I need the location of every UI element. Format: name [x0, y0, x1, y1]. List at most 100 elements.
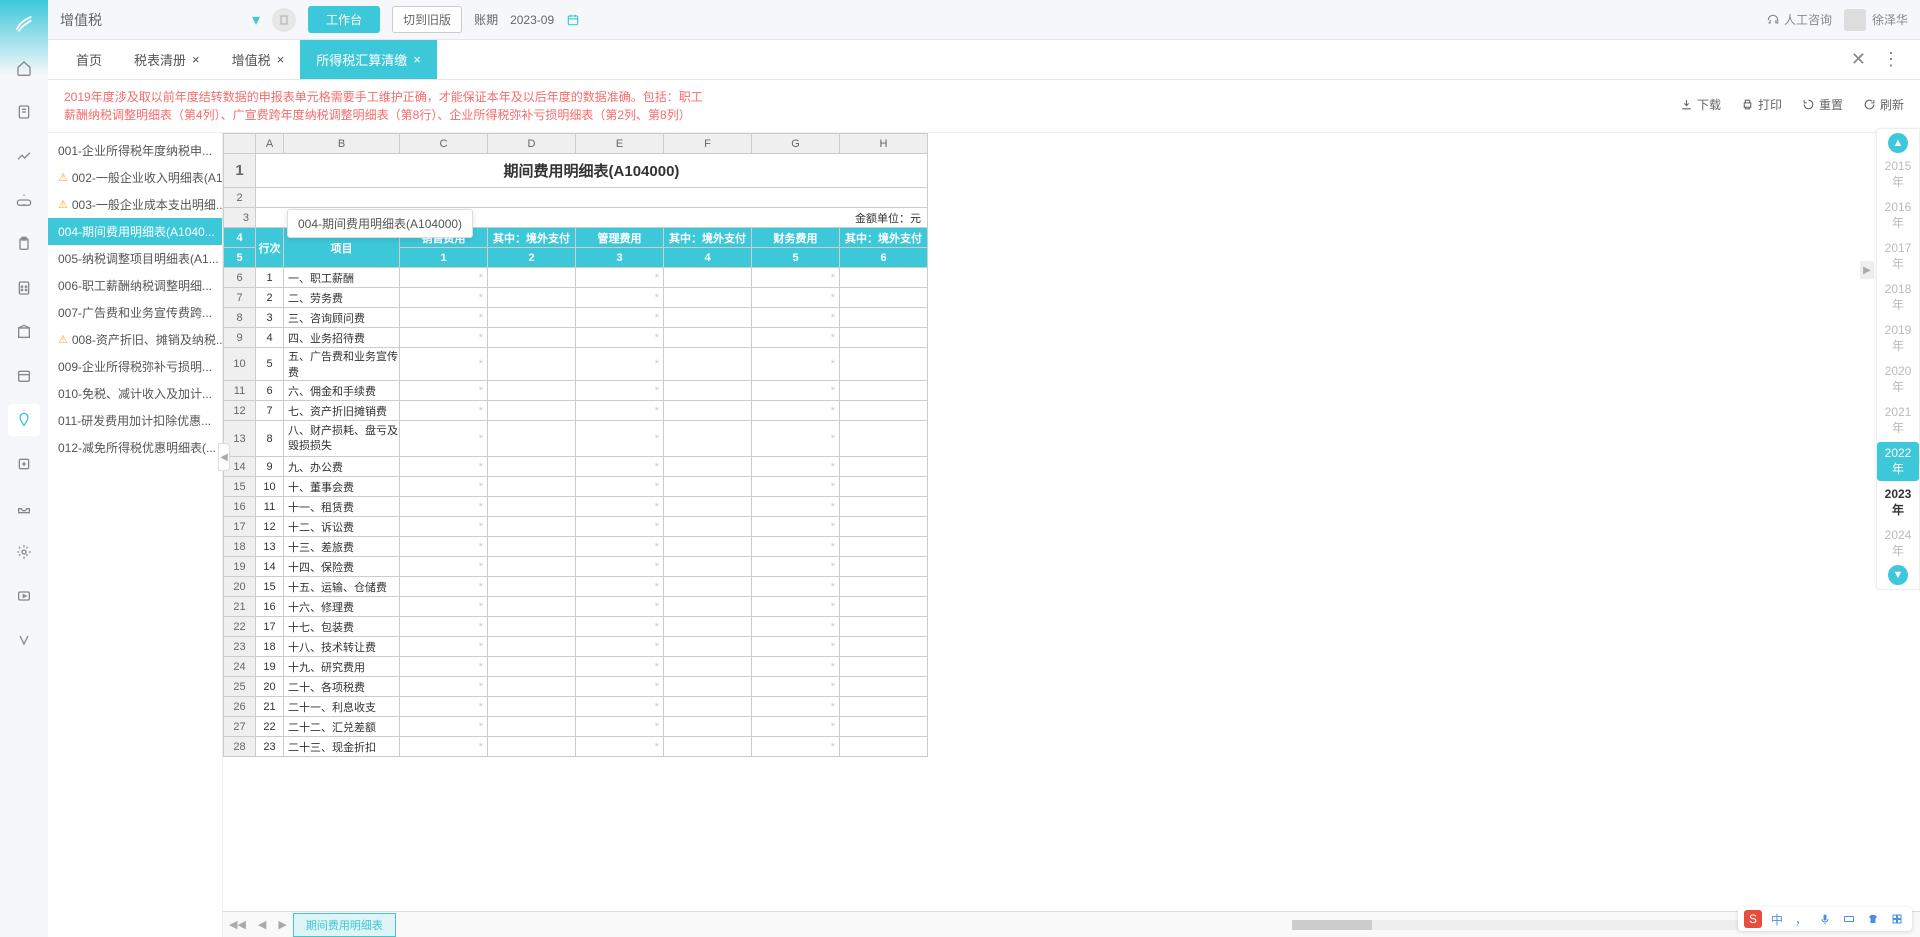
nav-calc-icon[interactable]	[8, 272, 40, 304]
tab-0[interactable]: 首页	[60, 40, 118, 79]
tab-1[interactable]: 税表清册×	[118, 40, 216, 79]
download-button[interactable]: 下载	[1680, 96, 1721, 113]
ime-mic-icon[interactable]	[1816, 910, 1834, 928]
col-header[interactable]: A	[256, 134, 284, 154]
col-header[interactable]: F	[664, 134, 752, 154]
row-header[interactable]: 8	[224, 308, 256, 328]
row-header[interactable]: 18	[224, 537, 256, 557]
table-row[interactable]: 2116十六、修理费***	[224, 597, 928, 617]
user-menu[interactable]: 徐泽华	[1844, 9, 1908, 31]
col-header[interactable]: C	[400, 134, 488, 154]
table-row[interactable]: 2722二十二、汇兑差额***	[224, 717, 928, 737]
tab-3[interactable]: 所得税汇算清缴×	[300, 40, 437, 79]
col-header[interactable]: H	[840, 134, 928, 154]
year-option[interactable]: 2020年	[1877, 360, 1919, 399]
year-option[interactable]: 2021年	[1877, 401, 1919, 440]
row-header[interactable]: 21	[224, 597, 256, 617]
row-header[interactable]: 5	[224, 248, 256, 268]
print-button[interactable]: 打印	[1741, 96, 1782, 113]
table-row[interactable]: 116六、佣金和手续费***	[224, 381, 928, 401]
nav-export-icon[interactable]	[8, 448, 40, 480]
table-row[interactable]: 149九、办公费***	[224, 457, 928, 477]
row-header[interactable]: 20	[224, 577, 256, 597]
nav-home-icon[interactable]	[8, 52, 40, 84]
tab-more-icon[interactable]: ⋮	[1874, 40, 1908, 79]
row-header[interactable]: 23	[224, 637, 256, 657]
close-all-tabs-icon[interactable]: ✕	[1843, 40, 1874, 79]
table-row[interactable]: 2217十七、包装费***	[224, 617, 928, 637]
form-item-8[interactable]: 009-企业所得税弥补亏损明...	[48, 353, 222, 380]
spreadsheet[interactable]: ABCDEFGH1期间费用明细表(A104000)23金额单位：元4行次项目销售…	[223, 133, 1920, 911]
nav-chart-icon[interactable]	[8, 140, 40, 172]
sheet-nav-first-icon[interactable]: ◀◀	[223, 918, 252, 931]
form-item-2[interactable]: ⚠003-一般企业成本支出明细...	[48, 191, 222, 218]
form-item-0[interactable]: 001-企业所得税年度纳税申...	[48, 137, 222, 164]
table-row[interactable]: 1510十、董事会费***	[224, 477, 928, 497]
calendar-icon[interactable]	[566, 13, 580, 27]
title-dropdown-icon[interactable]: ▾	[252, 10, 260, 30]
reset-button[interactable]: 重置	[1802, 96, 1843, 113]
table-row[interactable]: 1611十一、租赁费***	[224, 497, 928, 517]
nav-clipboard-icon[interactable]	[8, 228, 40, 260]
table-row[interactable]: 1712十二、诉讼费***	[224, 517, 928, 537]
doc-icon[interactable]	[272, 8, 296, 32]
nav-calendar-icon[interactable]	[8, 360, 40, 392]
row-header[interactable]: 4	[224, 228, 256, 248]
row-header[interactable]: 27	[224, 717, 256, 737]
year-option[interactable]: 2016年	[1877, 196, 1919, 235]
row-header[interactable]: 26	[224, 697, 256, 717]
year-option[interactable]: 2017年	[1877, 237, 1919, 276]
nav-settings-icon[interactable]	[8, 536, 40, 568]
table-row[interactable]: 83三、咨询顾问费***	[224, 308, 928, 328]
collapse-handle-icon[interactable]: ◀	[218, 443, 230, 471]
sheet-tab[interactable]: 期间费用明细表	[293, 913, 396, 937]
ime-keyboard-icon[interactable]	[1840, 910, 1858, 928]
row-header[interactable]: 15	[224, 477, 256, 497]
col-header[interactable]: D	[488, 134, 576, 154]
row-header[interactable]: 19	[224, 557, 256, 577]
year-option[interactable]: 2018年	[1877, 278, 1919, 317]
help-link[interactable]: 人工咨询	[1766, 11, 1832, 28]
form-item-1[interactable]: ⚠002-一般企业收入明细表(A1...	[48, 164, 222, 191]
row-header[interactable]: 10	[224, 348, 256, 381]
year-option[interactable]: 2024年	[1877, 524, 1919, 563]
nav-inbox-icon[interactable]	[8, 492, 40, 524]
tab-close-icon[interactable]: ×	[192, 52, 200, 67]
row-header[interactable]: 1	[224, 154, 256, 188]
workspace-button[interactable]: 工作台	[308, 6, 380, 33]
ime-punct-icon[interactable]: ，	[1792, 910, 1810, 928]
table-row[interactable]: 2318十八、技术转让费***	[224, 637, 928, 657]
sheet-nav-prev-icon[interactable]: ◀	[252, 918, 272, 931]
sheet-nav-next-icon[interactable]: ▶	[272, 918, 292, 931]
table-row[interactable]: 2015十五、运输、仓储费***	[224, 577, 928, 597]
ime-lang-icon[interactable]: 中	[1768, 910, 1786, 928]
table-row[interactable]: 2621二十一、利息收支***	[224, 697, 928, 717]
row-header[interactable]: 11	[224, 381, 256, 401]
row-header[interactable]: 28	[224, 737, 256, 757]
expand-handle-icon[interactable]: ▶	[1860, 261, 1874, 279]
row-header[interactable]: 2	[224, 188, 256, 208]
tab-close-icon[interactable]: ×	[413, 52, 421, 67]
row-header[interactable]: 9	[224, 328, 256, 348]
row-header[interactable]: 12	[224, 401, 256, 421]
nav-building-icon[interactable]	[8, 316, 40, 348]
nav-tax-icon[interactable]	[8, 404, 40, 436]
row-header[interactable]: 24	[224, 657, 256, 677]
nav-video-icon[interactable]	[8, 580, 40, 612]
table-row[interactable]: 2823二十三、现金折扣***	[224, 737, 928, 757]
table-row[interactable]: 72二、劳务费***	[224, 288, 928, 308]
form-item-6[interactable]: 007-广告费和业务宣传费跨...	[48, 299, 222, 326]
year-down-icon[interactable]: ▼	[1888, 565, 1908, 585]
nav-v-icon[interactable]	[8, 624, 40, 656]
table-row[interactable]: 1914十四、保险费***	[224, 557, 928, 577]
table-row[interactable]: 105五、广告费和业务宣传费***	[224, 348, 928, 381]
nav-doc-icon[interactable]	[8, 96, 40, 128]
year-up-icon[interactable]: ▲	[1888, 133, 1908, 153]
row-header[interactable]: 16	[224, 497, 256, 517]
form-item-5[interactable]: 006-职工薪酬纳税调整明细...	[48, 272, 222, 299]
table-row[interactable]: 1813十三、差旅费***	[224, 537, 928, 557]
col-header[interactable]: E	[576, 134, 664, 154]
year-option[interactable]: 2022年	[1877, 442, 1919, 481]
year-option[interactable]: 2015年	[1877, 155, 1919, 194]
form-item-10[interactable]: 011-研发费用加计扣除优惠...	[48, 407, 222, 434]
